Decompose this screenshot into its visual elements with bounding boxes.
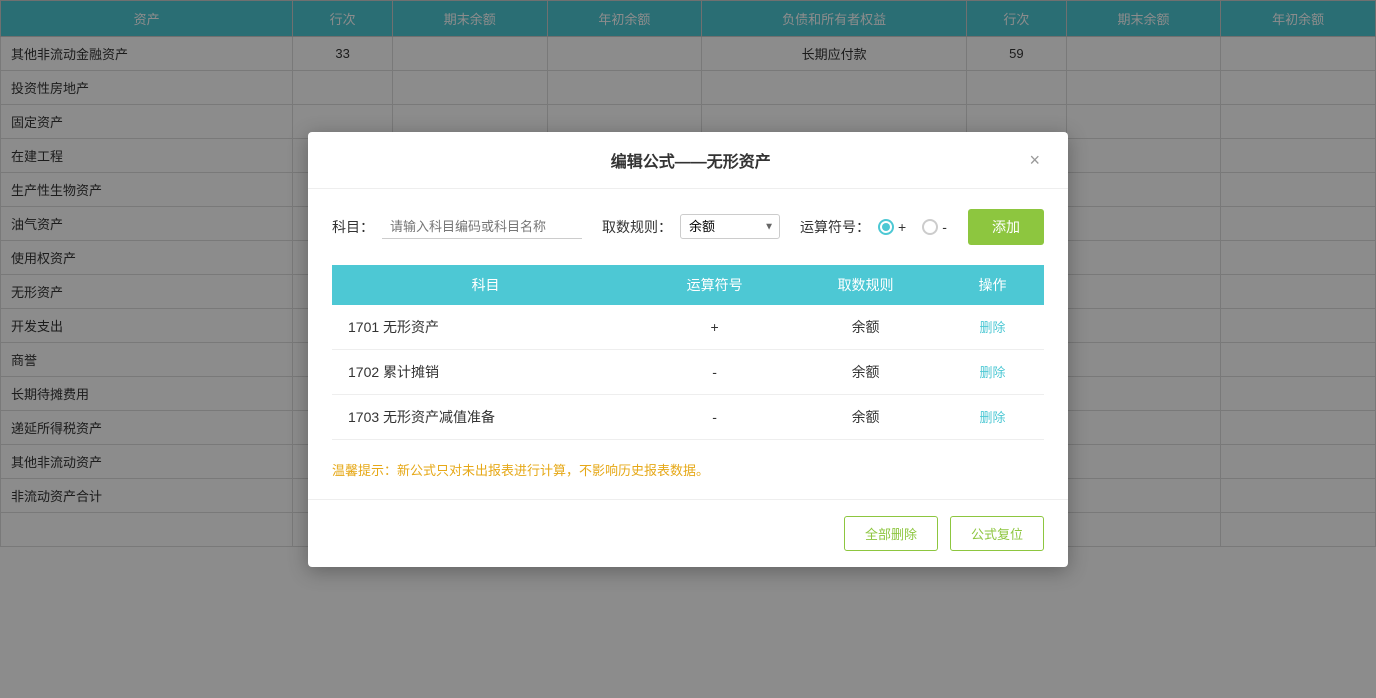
subject-label: 科目： <box>332 217 374 237</box>
formula-action: 删除 <box>941 394 1044 439</box>
modal-overlay: 编辑公式——无形资产 × 科目： 取数规则： 余额 <box>0 0 1376 698</box>
formula-rule: 余额 <box>790 305 941 350</box>
hint-text: 温馨提示：新公式只对未出报表进行计算，不影响历史报表数据。 <box>332 460 1044 479</box>
formula-table-row: 1703 无形资产减值准备-余额 删除 <box>332 394 1044 439</box>
edit-formula-modal: 编辑公式——无形资产 × 科目： 取数规则： 余额 <box>308 132 1068 567</box>
formula-action: 删除 <box>941 349 1044 394</box>
formula-operator: + <box>639 305 790 350</box>
modal-title: 编辑公式——无形资产 <box>356 148 1025 172</box>
formula-table: 科目运算符号取数规则操作 1701 无形资产+余额删除1702 累计摊销-余额删… <box>332 265 1044 440</box>
formula-table-header: 科目 <box>332 265 639 305</box>
radio-minus-label: - <box>942 219 947 235</box>
delete-row-button[interactable]: 删除 <box>980 407 1006 426</box>
formula-action: 删除 <box>941 305 1044 350</box>
operator-group: 运算符号： + - <box>800 217 947 237</box>
formula-table-header: 取数规则 <box>790 265 941 305</box>
formula-operator: - <box>639 349 790 394</box>
delete-row-button[interactable]: 删除 <box>980 362 1006 381</box>
reset-formula-button[interactable]: 公式复位 <box>950 516 1044 551</box>
formula-subject: 1701 无形资产 <box>332 305 639 350</box>
form-row: 科目： 取数规则： 余额 借方 贷方 借方发生额 贷方发生额 <box>332 209 1044 245</box>
operator-label: 运算符号： <box>800 217 870 237</box>
modal-header: 编辑公式——无形资产 × <box>308 132 1068 189</box>
delete-all-button[interactable]: 全部删除 <box>844 516 938 551</box>
formula-table-header: 操作 <box>941 265 1044 305</box>
formula-table-row: 1701 无形资产+余额 删除 <box>332 305 1044 350</box>
rule-select[interactable]: 余额 借方 贷方 借方发生额 贷方发生额 <box>680 214 780 239</box>
radio-minus[interactable]: - <box>922 219 947 235</box>
delete-row-button[interactable]: 删除 <box>980 317 1006 336</box>
add-button[interactable]: 添加 <box>968 209 1044 245</box>
close-button[interactable]: × <box>1025 151 1044 169</box>
subject-input[interactable] <box>382 215 582 239</box>
rule-group: 取数规则： 余额 借方 贷方 借方发生额 贷方发生额 ▼ <box>602 214 780 239</box>
radio-plus[interactable]: + <box>878 219 906 235</box>
radio-group: + - <box>878 219 947 235</box>
formula-subject: 1702 累计摊销 <box>332 349 639 394</box>
formula-table-row: 1702 累计摊销-余额 删除 <box>332 349 1044 394</box>
subject-group: 科目： <box>332 215 582 239</box>
radio-plus-label: + <box>898 219 906 235</box>
page-container: 资产行次期末余额年初余额负债和所有者权益行次期末余额年初余额 其他非流动金融资产… <box>0 0 1376 698</box>
radio-minus-circle <box>922 219 938 235</box>
modal-footer: 全部删除 公式复位 <box>308 499 1068 567</box>
formula-operator: - <box>639 394 790 439</box>
formula-rule: 余额 <box>790 394 941 439</box>
rule-select-wrap: 余额 借方 贷方 借方发生额 贷方发生额 ▼ <box>680 214 780 239</box>
modal-body: 科目： 取数规则： 余额 借方 贷方 借方发生额 贷方发生额 <box>308 189 1068 499</box>
formula-table-header: 运算符号 <box>639 265 790 305</box>
formula-rule: 余额 <box>790 349 941 394</box>
rule-label: 取数规则： <box>602 217 672 237</box>
radio-plus-circle <box>878 219 894 235</box>
formula-subject: 1703 无形资产减值准备 <box>332 394 639 439</box>
